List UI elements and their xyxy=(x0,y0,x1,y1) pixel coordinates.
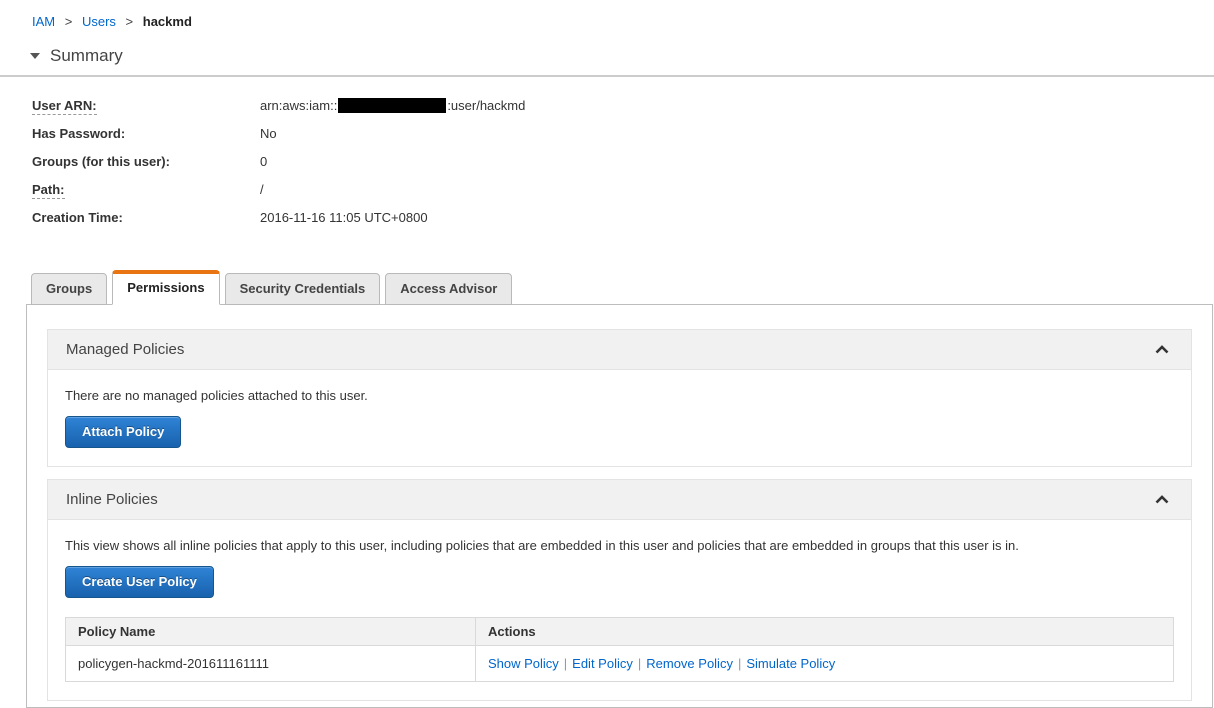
policy-name-cell: policygen-hackmd-201611161111 xyxy=(65,645,476,682)
column-header-actions: Actions xyxy=(474,617,1175,646)
breadcrumb: IAM > Users > hackmd xyxy=(0,0,1214,29)
create-user-policy-button[interactable]: Create User Policy xyxy=(65,566,214,598)
managed-policies-body: There are no managed policies attached t… xyxy=(48,370,1191,466)
tab-groups[interactable]: Groups xyxy=(31,273,108,305)
field-label-groups: Groups (for this user): xyxy=(32,153,170,169)
column-header-policy-name: Policy Name xyxy=(65,617,476,646)
summary-row-path: Path: / xyxy=(32,175,1214,203)
redacted-account-id xyxy=(338,97,447,113)
inline-policies-description: This view shows all inline policies that… xyxy=(65,538,1019,553)
table-header-row: Policy Name Actions xyxy=(65,617,1175,646)
inline-policies-header[interactable]: Inline Policies xyxy=(48,480,1191,520)
caret-down-icon xyxy=(30,53,40,59)
action-separator: | xyxy=(563,656,568,671)
tab-bar: Groups Permissions Security Credentials … xyxy=(26,270,1214,305)
breadcrumb-current-user: hackmd xyxy=(142,14,192,29)
field-value-creation-time: 2016-11-16 11:05 UTC+0800 xyxy=(260,209,428,225)
summary-row-groups: Groups (for this user): 0 xyxy=(32,147,1214,175)
table-row: policygen-hackmd-201611161111 Show Polic… xyxy=(65,645,1175,682)
field-label-user-arn: User ARN: xyxy=(32,97,97,115)
collapse-chevron-up-icon[interactable] xyxy=(1155,495,1169,504)
breadcrumb-separator: > xyxy=(125,14,134,29)
summary-divider xyxy=(0,75,1214,77)
summary-fields: User ARN: arn:aws:iam:::user/hackmd Has … xyxy=(32,91,1214,231)
summary-row-has-password: Has Password: No xyxy=(32,119,1214,147)
permissions-tab-panel: Managed Policies There are no managed po… xyxy=(26,304,1213,708)
simulate-policy-link[interactable]: Simulate Policy xyxy=(746,656,835,671)
field-value-groups: 0 xyxy=(260,153,268,169)
action-separator: | xyxy=(637,656,642,671)
field-value-user-arn: arn:aws:iam:::user/hackmd xyxy=(260,97,526,113)
show-policy-link[interactable]: Show Policy xyxy=(488,656,559,671)
remove-policy-link[interactable]: Remove Policy xyxy=(646,656,733,671)
action-separator: | xyxy=(737,656,742,671)
field-label-creation-time: Creation Time: xyxy=(32,209,123,225)
breadcrumb-link-users[interactable]: Users xyxy=(82,14,116,29)
tab-permissions[interactable]: Permissions xyxy=(112,270,220,305)
field-label-has-password: Has Password: xyxy=(32,125,126,141)
tab-security-credentials[interactable]: Security Credentials xyxy=(224,273,381,305)
field-value-has-password: No xyxy=(260,125,277,141)
summary-section-toggle[interactable]: Summary xyxy=(30,46,1214,66)
iam-user-detail-page: IAM > Users > hackmd Summary User ARN: a… xyxy=(0,0,1214,708)
inline-policies-title: Inline Policies xyxy=(66,491,158,508)
managed-policies-section: Managed Policies There are no managed po… xyxy=(47,329,1192,467)
managed-policies-header[interactable]: Managed Policies xyxy=(48,330,1191,370)
summary-title: Summary xyxy=(50,46,123,65)
collapse-chevron-up-icon[interactable] xyxy=(1155,345,1169,354)
tab-access-advisor[interactable]: Access Advisor xyxy=(385,273,513,305)
breadcrumb-link-iam[interactable]: IAM xyxy=(32,14,55,29)
breadcrumb-separator: > xyxy=(64,14,73,29)
inline-policies-table: Policy Name Actions policygen-hackmd-201… xyxy=(65,617,1175,682)
inline-policies-body: This view shows all inline policies that… xyxy=(48,520,1191,700)
inline-policies-section: Inline Policies This view shows all inli… xyxy=(47,479,1192,701)
edit-policy-link[interactable]: Edit Policy xyxy=(572,656,633,671)
managed-policies-empty-text: There are no managed policies attached t… xyxy=(65,388,368,403)
managed-policies-title: Managed Policies xyxy=(66,341,185,358)
attach-policy-button[interactable]: Attach Policy xyxy=(65,416,182,448)
field-label-path: Path: xyxy=(32,181,65,199)
field-value-path: / xyxy=(260,181,264,197)
summary-row-creation-time: Creation Time: 2016-11-16 11:05 UTC+0800 xyxy=(32,203,1214,231)
summary-row-user-arn: User ARN: arn:aws:iam:::user/hackmd xyxy=(32,91,1214,119)
policy-actions-cell: Show Policy | Edit Policy | Remove Policy | Si… xyxy=(474,645,1175,682)
